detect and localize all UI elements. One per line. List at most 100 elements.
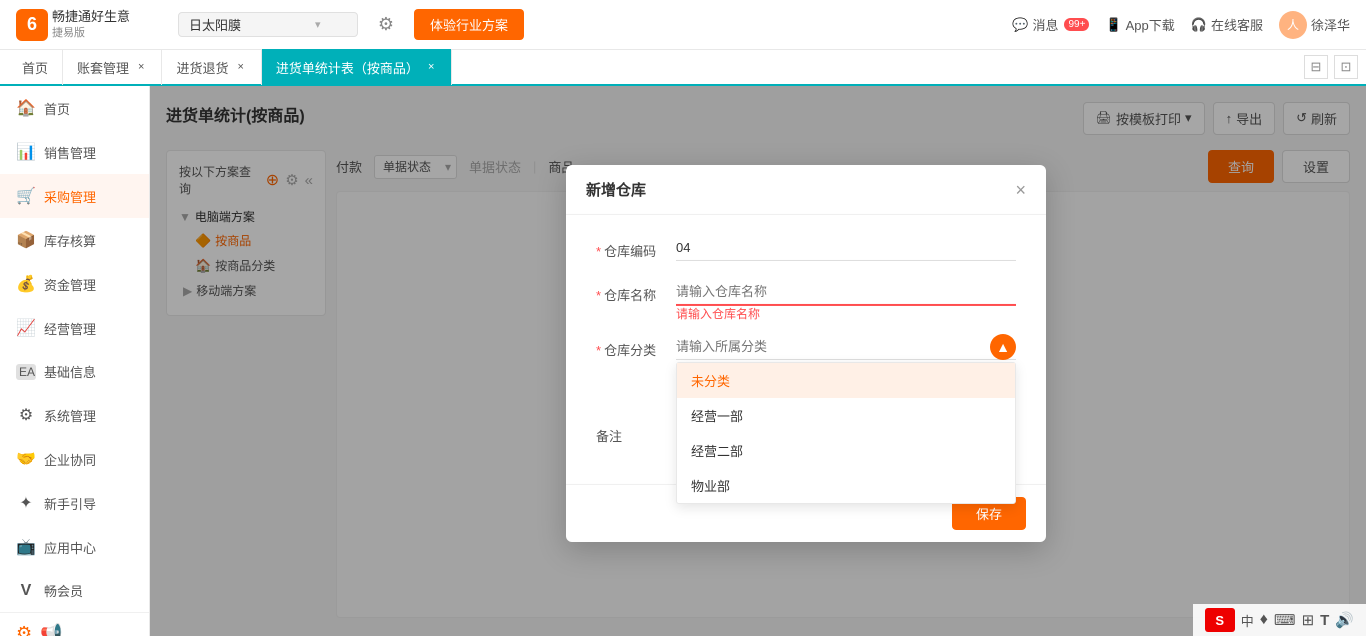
- sidebar-collab-label: 企业协同: [44, 450, 96, 469]
- sidebar-inventory-label: 库存核算: [44, 231, 96, 250]
- gear-icon: ⚙: [378, 14, 394, 35]
- sidebar-member-label: 畅会员: [44, 581, 83, 600]
- avatar: 人: [1279, 11, 1307, 39]
- system-icon: ⚙: [16, 405, 36, 425]
- gear-button[interactable]: ⚙: [370, 9, 402, 41]
- tab-account-close[interactable]: ×: [135, 60, 147, 74]
- tab-expand-button[interactable]: ⊡: [1334, 55, 1358, 79]
- sales-icon: 📊: [16, 142, 36, 162]
- messages-badge: 99+: [1064, 18, 1089, 31]
- tab-purchase-stats-close[interactable]: ×: [425, 60, 437, 74]
- logo-icon: 6: [16, 9, 48, 41]
- dropdown-item-ops1[interactable]: 经营一部: [677, 398, 1015, 433]
- sidebar-item-system[interactable]: ⚙ 系统管理: [0, 393, 149, 437]
- user-area[interactable]: 人 徐泽华: [1279, 11, 1350, 39]
- volume-icon[interactable]: 🔊: [1335, 611, 1354, 629]
- category-row: 仓库分类 ▲ 未分类 经营一部 经营二部 物业部: [596, 334, 1016, 360]
- sidebar-item-home[interactable]: 🏠 首页: [0, 86, 149, 130]
- sidebar-home-label: 首页: [44, 99, 70, 118]
- sidebar-system-label: 系统管理: [44, 406, 96, 425]
- guide-icon: ✦: [16, 493, 36, 513]
- sidebar-bottom: ⚙ 📢: [0, 612, 149, 636]
- sidebar-item-collab[interactable]: 🤝 企业协同: [0, 437, 149, 481]
- tab-account-label: 账套管理: [77, 58, 129, 77]
- ime-chinese[interactable]: 中: [1241, 611, 1254, 630]
- sidebar-item-member[interactable]: V 畅会员: [0, 569, 149, 612]
- speaker-icon[interactable]: 📢: [40, 623, 62, 636]
- sidebar-item-inventory[interactable]: 📦 库存核算: [0, 218, 149, 262]
- code-input[interactable]: [676, 235, 1016, 261]
- tab-minimize-button[interactable]: ⊟: [1304, 55, 1328, 79]
- sidebar-item-operations[interactable]: 📈 经营管理: [0, 306, 149, 350]
- dialog-close-button[interactable]: ×: [1015, 180, 1026, 198]
- app-download-button[interactable]: 📱 App下载: [1105, 15, 1174, 34]
- purchase-icon: 🛒: [16, 186, 36, 206]
- home-icon: 🏠: [16, 98, 36, 118]
- dialog-title: 新增仓库: [586, 179, 646, 200]
- tab-purchase-stats-label: 进货单统计表（按商品）: [276, 58, 419, 77]
- app-center-icon: 📺: [16, 537, 36, 557]
- tab-home-label: 首页: [22, 58, 48, 77]
- tab-purchase-return[interactable]: 进货退货 ×: [162, 49, 261, 85]
- phone-icon: 📱: [1105, 17, 1121, 33]
- grid-icon[interactable]: ⊞: [1302, 611, 1315, 629]
- search-input[interactable]: [189, 17, 309, 32]
- sidebar-basic-info-label: 基础信息: [44, 362, 96, 381]
- name-row: 仓库名称 请输入仓库名称: [596, 279, 1016, 306]
- code-label: 仓库编码: [596, 235, 676, 260]
- category-input[interactable]: [676, 334, 1016, 360]
- sidebar-item-sales[interactable]: 📊 销售管理: [0, 130, 149, 174]
- trial-button[interactable]: 体验行业方案: [414, 9, 524, 40]
- tab-home[interactable]: 首页: [8, 49, 63, 85]
- dropdown-item-uncategorized[interactable]: 未分类: [677, 363, 1015, 398]
- settings-bottom-icon[interactable]: ⚙: [16, 623, 32, 636]
- basic-info-icon: EA: [16, 364, 36, 380]
- sidebar-purchase-label: 采购管理: [44, 187, 96, 206]
- tab-bar: 首页 账套管理 × 进货退货 × 进货单统计表（按商品） × ⊟ ⊡: [0, 50, 1366, 86]
- customer-service-button[interactable]: 🎧 在线客服: [1191, 15, 1263, 34]
- notes-label: 备注: [596, 420, 676, 445]
- keyboard-icon[interactable]: ⌨: [1274, 611, 1296, 629]
- header-search[interactable]: ▾: [178, 12, 358, 37]
- sidebar: 🏠 首页 📊 销售管理 🛒 采购管理 📦 库存核算 💰 资金管理 📈 经营管理 …: [0, 86, 150, 636]
- main-layout: 🏠 首页 📊 销售管理 🛒 采购管理 📦 库存核算 💰 资金管理 📈 经营管理 …: [0, 86, 1366, 636]
- tab-account[interactable]: 账套管理 ×: [63, 49, 162, 85]
- text-icon[interactable]: T: [1320, 612, 1329, 629]
- content-area: 进货单统计(按商品) 🖨 按模板打印 ▾ ↑ 导出 ↺ 刷新: [150, 86, 1366, 636]
- name-label: 仓库名称: [596, 279, 676, 304]
- category-select-wrapper: ▲: [676, 334, 1016, 360]
- sidebar-app-center-label: 应用中心: [44, 538, 96, 557]
- ime-dot-icon[interactable]: ♦: [1260, 611, 1268, 629]
- sidebar-item-basic-info[interactable]: EA 基础信息: [0, 350, 149, 393]
- code-row: 仓库编码: [596, 235, 1016, 261]
- name-input[interactable]: [676, 279, 1016, 306]
- sidebar-item-purchase[interactable]: 🛒 采购管理: [0, 174, 149, 218]
- logo-area: 6 畅捷通好生意 捷易版: [16, 9, 166, 41]
- dialog-body: 仓库编码 仓库名称 请输入仓库名称 仓库分类 ▲: [566, 215, 1046, 484]
- category-dropdown: 未分类 经营一部 经营二部 物业部: [676, 362, 1016, 504]
- sidebar-item-app-center[interactable]: 📺 应用中心: [0, 525, 149, 569]
- inventory-icon: 📦: [16, 230, 36, 250]
- sidebar-item-guide[interactable]: ✦ 新手引导: [0, 481, 149, 525]
- dropdown-item-property[interactable]: 物业部: [677, 468, 1015, 503]
- dropdown-item-ops2[interactable]: 经营二部: [677, 433, 1015, 468]
- headset-icon: 🎧: [1191, 17, 1207, 33]
- finance-icon: 💰: [16, 274, 36, 294]
- messages-button[interactable]: 💬 消息 99+: [1012, 15, 1089, 34]
- sidebar-sales-label: 销售管理: [44, 143, 96, 162]
- app-subtitle: 捷易版: [52, 24, 130, 40]
- sidebar-item-finance[interactable]: 💰 资金管理: [0, 262, 149, 306]
- add-warehouse-dialog: 新增仓库 × 仓库编码 仓库名称 请输入仓库名称 仓库分类: [566, 165, 1046, 542]
- member-icon: V: [16, 582, 36, 600]
- tab-purchase-return-label: 进货退货: [176, 58, 228, 77]
- operations-icon: 📈: [16, 318, 36, 338]
- tab-controls: ⊟ ⊡: [1304, 55, 1358, 79]
- collab-icon: 🤝: [16, 449, 36, 469]
- tab-purchase-stats[interactable]: 进货单统计表（按商品） ×: [262, 49, 452, 85]
- tab-purchase-return-close[interactable]: ×: [234, 60, 246, 74]
- dropdown-arrow-icon: ▾: [315, 18, 321, 31]
- message-icon: 💬: [1012, 17, 1028, 33]
- category-arrow-button[interactable]: ▲: [990, 334, 1016, 360]
- username: 徐泽华: [1311, 15, 1350, 34]
- sidebar-guide-label: 新手引导: [44, 494, 96, 513]
